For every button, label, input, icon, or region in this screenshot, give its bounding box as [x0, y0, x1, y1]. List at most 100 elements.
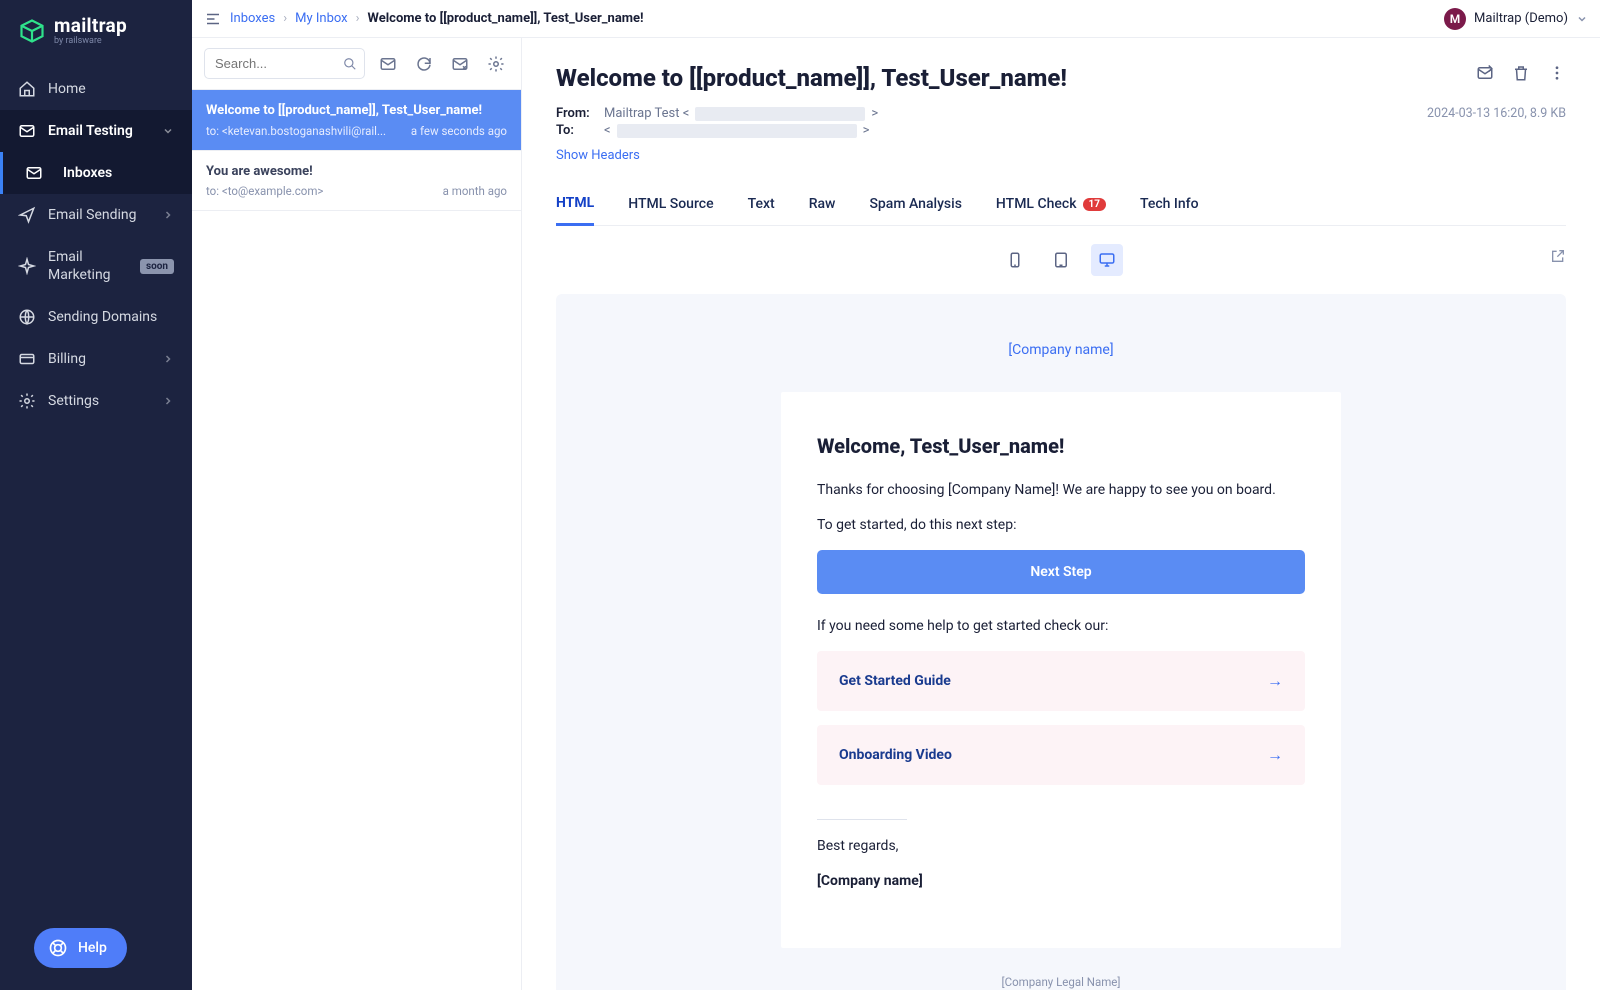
crumb-myinbox[interactable]: My Inbox — [295, 11, 347, 26]
device-desktop[interactable] — [1091, 244, 1123, 276]
forward-button[interactable] — [1476, 64, 1494, 82]
trash-icon — [1512, 64, 1530, 82]
envelope-arrow-icon — [1476, 64, 1494, 82]
mobile-icon — [1006, 251, 1024, 269]
account-name[interactable]: Mailtrap (Demo) — [1474, 11, 1568, 26]
html-check-badge: 17 — [1083, 198, 1106, 211]
preview-cta-button[interactable]: Next Step — [817, 550, 1305, 594]
arrow-right-icon: → — [1267, 745, 1283, 765]
chevron-down-icon — [162, 125, 174, 137]
search-input[interactable] — [204, 48, 365, 79]
nav-settings-label: Settings — [48, 393, 99, 409]
preview-signature: [Company name] — [817, 871, 1305, 892]
soon-badge: soon — [140, 259, 174, 274]
preview-regards: Best regards, — [817, 836, 1305, 857]
tab-text[interactable]: Text — [748, 185, 775, 225]
nav-home[interactable]: Home — [0, 68, 192, 110]
preview-p2: To get started, do this next step: — [817, 515, 1305, 536]
content-tabs: HTML HTML Source Text Raw Spam Analysis … — [556, 185, 1566, 226]
crumb-current: Welcome to [[product_name]], Test_User_n… — [368, 11, 644, 26]
nav-email-sending[interactable]: Email Sending — [0, 194, 192, 236]
globe-icon — [18, 308, 36, 326]
logo[interactable]: mailtrap by railsware — [0, 0, 192, 68]
refresh-button[interactable] — [411, 51, 437, 77]
message-item[interactable]: Welcome to [[product_name]], Test_User_n… — [192, 90, 521, 151]
breadcrumb: Inboxes › My Inbox › Welcome to [[produc… — [230, 11, 644, 26]
device-tablet[interactable] — [1045, 244, 1077, 276]
tab-spam[interactable]: Spam Analysis — [869, 185, 961, 225]
nav-sending-domains[interactable]: Sending Domains — [0, 296, 192, 338]
to-address-redacted — [617, 124, 857, 138]
message-item[interactable]: You are awesome! to: <to@example.com> a … — [192, 151, 521, 212]
tab-html-check[interactable]: HTML Check 17 — [996, 185, 1106, 225]
help-button[interactable]: Help — [34, 928, 127, 968]
show-headers-link[interactable]: Show Headers — [556, 148, 640, 163]
email-timestamp: 2024-03-13 16:20, 8.9 KB — [1427, 106, 1566, 121]
message-subject: You are awesome! — [206, 163, 507, 181]
nav-settings[interactable]: Settings — [0, 380, 192, 422]
message-subject: Welcome to [[product_name]], Test_User_n… — [206, 102, 507, 120]
chevron-right-icon — [162, 209, 174, 221]
chevron-right-icon — [162, 353, 174, 365]
avatar[interactable]: M — [1444, 8, 1466, 30]
home-icon — [18, 80, 36, 98]
envelope-check-icon — [18, 122, 36, 140]
to-label: To: — [556, 123, 598, 138]
desktop-icon — [1098, 251, 1116, 269]
preview-link-guide[interactable]: Get Started Guide → — [817, 651, 1305, 711]
crumb-inboxes[interactable]: Inboxes — [230, 11, 275, 26]
message-to: to: <to@example.com> — [206, 184, 435, 198]
delete-button[interactable] — [1512, 64, 1530, 82]
inbox-settings-button[interactable] — [483, 51, 509, 77]
nav-home-label: Home — [48, 81, 86, 97]
tab-tech-info[interactable]: Tech Info — [1140, 185, 1199, 225]
menu-toggle-icon[interactable] — [204, 10, 222, 28]
preview-link-video[interactable]: Onboarding Video → — [817, 725, 1305, 785]
card-icon — [18, 350, 36, 368]
nav-billing-label: Billing — [48, 351, 86, 367]
mark-read-button[interactable] — [375, 51, 401, 77]
external-link-icon — [1550, 248, 1566, 264]
arrow-right-icon: → — [1267, 671, 1283, 691]
device-mobile[interactable] — [999, 244, 1031, 276]
tab-html-source[interactable]: HTML Source — [628, 185, 713, 225]
brand-name: mailtrap — [54, 16, 127, 35]
chevron-down-icon[interactable] — [1576, 13, 1588, 25]
crumb-sep: › — [356, 11, 360, 26]
preview-heading: Welcome, Test_User_name! — [817, 434, 1305, 458]
sparkle-icon — [18, 257, 36, 275]
envelope-x-icon — [451, 55, 469, 73]
preview-p3: If you need some help to get started che… — [817, 616, 1305, 637]
email-detail-panel: Welcome to [[product_name]], Test_User_n… — [522, 38, 1600, 990]
help-label: Help — [78, 940, 107, 956]
inbox-icon — [25, 164, 43, 182]
lifebuoy-icon — [48, 938, 68, 958]
nav-inboxes[interactable]: Inboxes — [0, 152, 192, 194]
tab-html[interactable]: HTML — [556, 185, 594, 226]
search-icon — [343, 57, 357, 71]
message-to: to: <ketevan.bostoganashvili@rail... — [206, 124, 403, 138]
preview-link-video-label: Onboarding Video — [839, 747, 952, 763]
nav-email-marketing-label2: Marketing — [48, 266, 111, 284]
nav-billing[interactable]: Billing — [0, 338, 192, 380]
nav-email-testing-label: Email Testing — [48, 123, 133, 139]
signature-separator — [817, 819, 907, 820]
mailtrap-logo-icon — [18, 18, 46, 44]
list-toolbar — [192, 38, 521, 90]
preview-footer: [Company Legal Name] [Company Physical A… — [556, 974, 1566, 990]
preview-p1: Thanks for choosing [Company Name]! We a… — [817, 480, 1305, 501]
send-icon — [18, 206, 36, 224]
preview-link-guide-label: Get Started Guide — [839, 673, 951, 689]
nav-email-marketing[interactable]: Email Marketing soon — [0, 236, 192, 296]
message-time: a month ago — [443, 184, 507, 198]
tab-raw[interactable]: Raw — [809, 185, 836, 225]
open-external-button[interactable] — [1550, 248, 1566, 264]
nav-email-testing[interactable]: Email Testing — [0, 110, 192, 152]
gear-icon — [487, 55, 505, 73]
message-time: a few seconds ago — [411, 124, 507, 138]
more-button[interactable] — [1548, 64, 1566, 82]
clear-inbox-button[interactable] — [447, 51, 473, 77]
email-title: Welcome to [[product_name]], Test_User_n… — [556, 64, 1067, 92]
preview-company-header[interactable]: [Company name] — [556, 342, 1566, 358]
more-vertical-icon — [1548, 64, 1566, 82]
